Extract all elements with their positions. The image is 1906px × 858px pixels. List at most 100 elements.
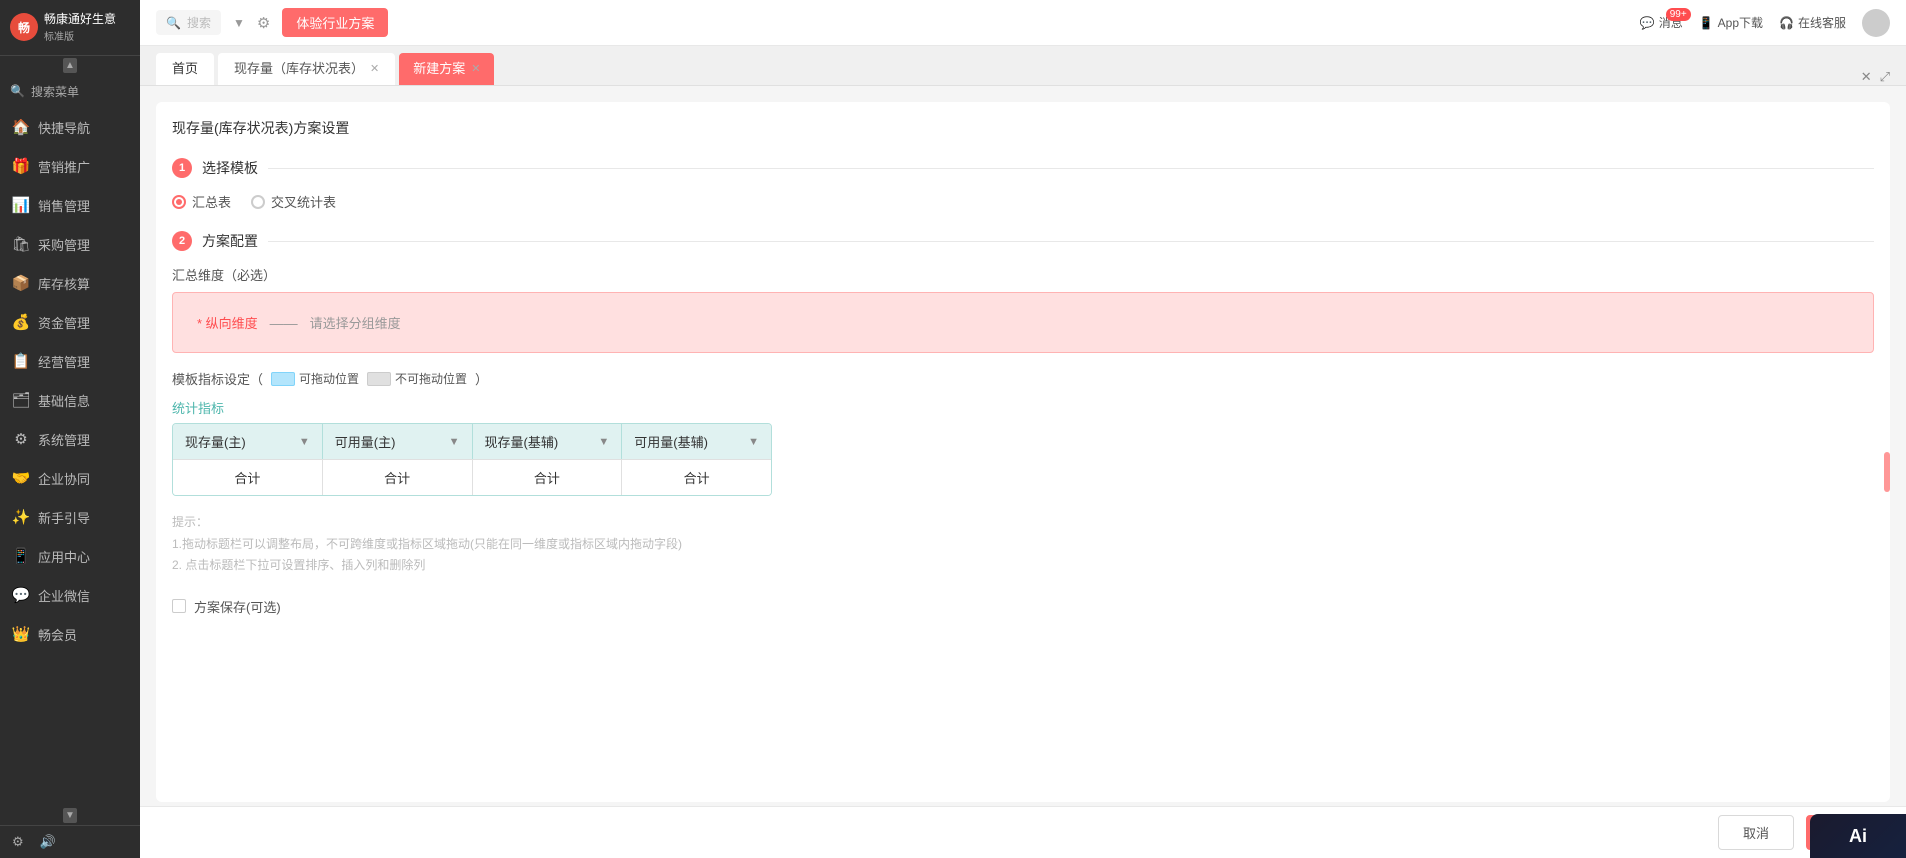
step1-divider	[268, 168, 1874, 169]
col-label-3: 可用量(基辅)	[634, 432, 708, 451]
col-header-2[interactable]: 现存量(基辅) ▼	[473, 424, 623, 459]
sidebar-item-wechat[interactable]: 💬 企业微信	[0, 576, 140, 615]
online-service-button[interactable]: 🎧 在线客服	[1779, 14, 1846, 31]
search-area[interactable]: 🔍 搜索	[156, 10, 221, 35]
sidebar: 畅 畅康通好生意 标准版 ▲ 🔍 搜索菜单 🏠 快捷导航 🎁 营销推广 📊 销售…	[0, 0, 140, 858]
radio-summary[interactable]: 汇总表	[172, 192, 231, 211]
sidebar-item-shortcut[interactable]: 🏠 快捷导航	[0, 108, 140, 147]
col-cell-0: 合计	[173, 460, 323, 495]
content-area: 现存量(库存状况表)方案设置 1 选择模板 汇总表 交叉统计表	[140, 86, 1906, 806]
sidebar-item-sales[interactable]: 📊 销售管理	[0, 186, 140, 225]
col-label-2: 现存量(基辅)	[485, 432, 559, 451]
search-dropdown[interactable]: ▼	[233, 16, 245, 30]
sidebar-item-system[interactable]: ⚙ 系统管理	[0, 420, 140, 459]
tabbar: 首页 现存量（库存状况表） ✕ 新建方案 ✕ ✕ ⤢	[140, 46, 1906, 86]
step2-section: 2 方案配置 汇总维度（必选） * 纵向维度 —— 请选择分组维度 模板指标设定…	[172, 231, 1874, 577]
topbar-settings-icon[interactable]: ⚙	[257, 14, 270, 32]
settings-icon[interactable]: ⚙	[12, 834, 24, 850]
col-header-1[interactable]: 可用量(主) ▼	[323, 424, 473, 459]
sidebar-item-label: 系统管理	[38, 430, 90, 449]
sidebar-item-label: 畅会员	[38, 625, 77, 644]
crown-icon: 👑	[12, 625, 30, 643]
tab-new-close[interactable]: ✕	[471, 53, 480, 85]
col-cell-2: 合计	[473, 460, 623, 495]
col-label-1: 可用量(主)	[335, 432, 396, 451]
phone-icon: 📱	[1699, 16, 1714, 30]
ai-float-button[interactable]: Ai	[1810, 814, 1906, 858]
search-text: 搜索	[187, 14, 211, 31]
panel-title: 现存量(库存状况表)方案设置	[172, 118, 1874, 138]
content-panel: 现存量(库存状况表)方案设置 1 选择模板 汇总表 交叉统计表	[156, 102, 1890, 802]
dim-arrow: ——	[270, 315, 298, 331]
message-badge: 99+	[1666, 8, 1691, 21]
headset-icon: 🎧	[1779, 16, 1794, 30]
tab-new-label: 新建方案	[413, 53, 465, 85]
sidebar-scroll-up[interactable]: ▲	[63, 58, 77, 73]
sidebar-scroll-down[interactable]: ▼	[63, 808, 77, 823]
stats-table-header: 现存量(主) ▼ 可用量(主) ▼ 现存量(基辅) ▼	[173, 424, 771, 459]
app-download-label: App下载	[1718, 14, 1763, 31]
chevron-down-icon-3: ▼	[748, 436, 759, 448]
app-download-button[interactable]: 📱 App下载	[1699, 14, 1763, 31]
sidebar-item-label: 应用中心	[38, 547, 90, 566]
col-header-0[interactable]: 现存量(主) ▼	[173, 424, 323, 459]
chevron-down-icon-2: ▼	[598, 436, 609, 448]
gear-icon: ⚙	[12, 430, 30, 448]
template-settings: 模板指标设定（ 可拖动位置 不可拖动位置 ） 统计指标	[172, 369, 1874, 577]
save-checkbox[interactable]	[172, 599, 186, 613]
box-icon: 📦	[12, 274, 30, 292]
template-radio-group: 汇总表 交叉统计表	[172, 192, 1874, 211]
sidebar-item-label: 采购管理	[38, 235, 90, 254]
sidebar-item-basic[interactable]: 🗂 基础信息	[0, 381, 140, 420]
col-header-3[interactable]: 可用量(基辅) ▼	[622, 424, 771, 459]
sidebar-item-finance[interactable]: 💰 资金管理	[0, 303, 140, 342]
sidebar-item-purchase[interactable]: 🛍 采购管理	[0, 225, 140, 264]
main-area: 🔍 搜索 ▼ ⚙ 体验行业方案 💬 消息 99+ 📱 App下载 🎧 在线客服	[140, 0, 1906, 858]
sidebar-item-appcenter[interactable]: 📱 应用中心	[0, 537, 140, 576]
stats-table-row: 合计 合计 合计 合计	[173, 459, 771, 495]
chevron-down-icon-0: ▼	[299, 436, 310, 448]
sidebar-search[interactable]: 🔍 搜索菜单	[0, 75, 140, 108]
gift-icon: 🎁	[12, 157, 30, 175]
tab-home-label: 首页	[172, 53, 198, 85]
summary-dim-label: 汇总维度（必选）	[172, 265, 1874, 284]
tab-new-plan[interactable]: 新建方案 ✕	[399, 53, 494, 85]
search-icon: 🔍	[166, 16, 181, 30]
tab-inventory-status[interactable]: 现存量（库存状况表） ✕	[218, 53, 395, 85]
radio-crosstab[interactable]: 交叉统计表	[251, 192, 336, 211]
sidebar-item-contract[interactable]: 🤝 企业协同	[0, 459, 140, 498]
search-label: 搜索菜单	[31, 83, 79, 100]
tab-home[interactable]: 首页	[156, 53, 214, 85]
speaker-icon[interactable]: 🔊	[40, 834, 56, 850]
tip-1: 1.拖动标题栏可以调整布局，不可跨维度或指标区域拖动(只能在同一维度或指标区域内…	[172, 534, 1874, 556]
expand-window-icon[interactable]: ⤢	[1880, 69, 1890, 85]
cancel-button[interactable]: 取消	[1718, 815, 1794, 850]
close-window-icon[interactable]: ✕	[1861, 69, 1872, 85]
trial-button[interactable]: 体验行业方案	[282, 8, 388, 37]
app-version: 标准版	[44, 28, 116, 43]
handshake-icon: 🤝	[12, 469, 30, 487]
logo-icon: 畅	[10, 13, 38, 41]
step1-section: 1 选择模板 汇总表 交叉统计表	[172, 158, 1874, 211]
dimension-box[interactable]: * 纵向维度 —— 请选择分组维度	[172, 292, 1874, 353]
stats-section: 统计指标 现存量(主) ▼ 可用量(主) ▼	[172, 398, 1874, 496]
dim-placeholder: 请选择分组维度	[310, 313, 401, 332]
step1-badge: 1	[172, 158, 192, 178]
sidebar-item-newuser[interactable]: ✨ 新手引导	[0, 498, 140, 537]
user-avatar[interactable]	[1862, 9, 1890, 37]
sidebar-item-inventory[interactable]: 📦 库存核算	[0, 264, 140, 303]
step2-badge: 2	[172, 231, 192, 251]
sidebar-item-label: 库存核算	[38, 274, 90, 293]
online-service-label: 在线客服	[1798, 14, 1846, 31]
message-button[interactable]: 💬 消息 99+	[1640, 14, 1683, 31]
sidebar-item-operations[interactable]: 📋 经营管理	[0, 342, 140, 381]
template-settings-label: 模板指标设定（ 可拖动位置 不可拖动位置 ）	[172, 369, 1874, 388]
sidebar-item-marketing[interactable]: 🎁 营销推广	[0, 147, 140, 186]
stats-table: 现存量(主) ▼ 可用量(主) ▼ 现存量(基辅) ▼	[172, 423, 772, 496]
col-label-0: 现存量(主)	[185, 432, 246, 451]
chart-icon: 📊	[12, 196, 30, 214]
sidebar-item-label: 新手引导	[38, 508, 90, 527]
topbar: 🔍 搜索 ▼ ⚙ 体验行业方案 💬 消息 99+ 📱 App下载 🎧 在线客服	[140, 0, 1906, 46]
sidebar-item-member[interactable]: 👑 畅会员	[0, 615, 140, 654]
tab-inventory-close[interactable]: ✕	[370, 53, 379, 85]
